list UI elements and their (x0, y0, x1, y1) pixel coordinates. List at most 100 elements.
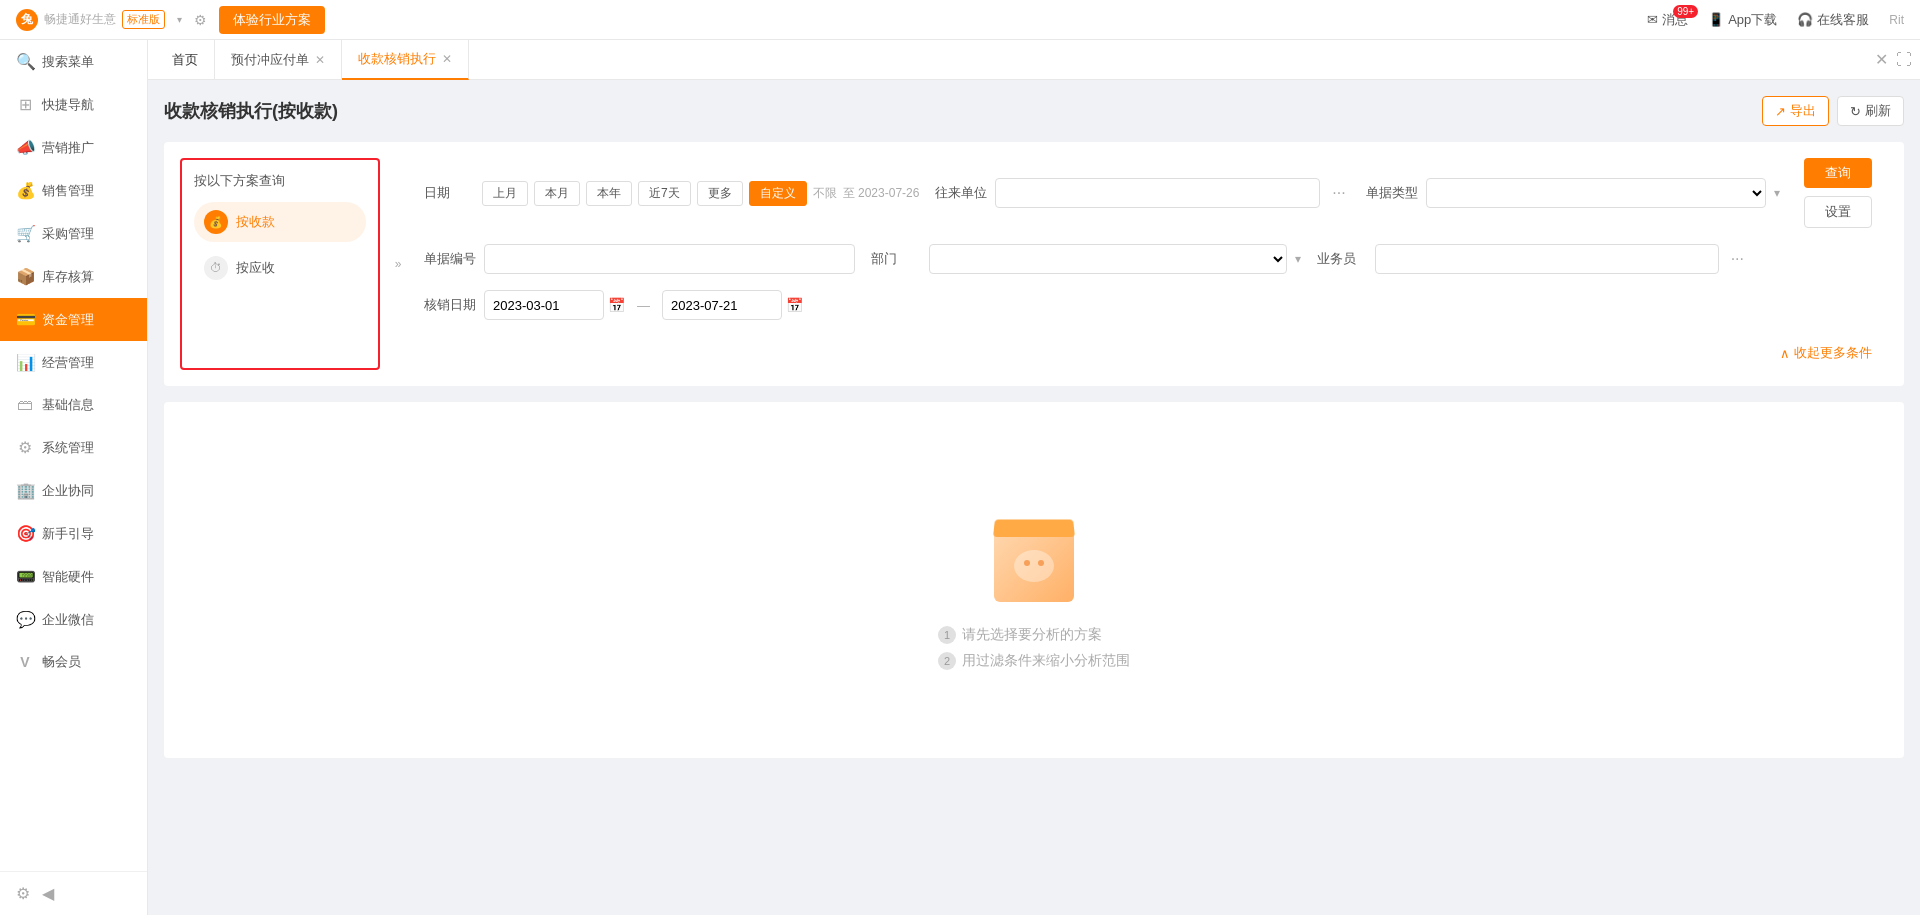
doc-type-field: 单据类型 ▾ (1366, 178, 1780, 208)
collapse-up-icon: ∧ (1780, 346, 1790, 361)
sidebar-settings-icon[interactable]: ⚙ (16, 884, 30, 903)
date-btn-more[interactable]: 更多 (697, 181, 743, 206)
query-button[interactable]: 查询 (1804, 158, 1872, 188)
doc-type-dropdown-icon[interactable]: ▾ (1774, 186, 1780, 200)
date-no-limit: 不限 (813, 185, 837, 202)
doc-type-select[interactable] (1426, 178, 1766, 208)
sidebar-item-label: 营销推广 (42, 139, 94, 157)
content-area: 首页 预付冲应付单 ✕ 收款核销执行 ✕ ✕ ⛶ 收款核销执行(按收款) (148, 40, 1920, 915)
tab-receivable[interactable]: 收款核销执行 ✕ (342, 40, 469, 80)
sidebar: 🔍 搜索菜单 ⊞ 快捷导航 📣 营销推广 💰 销售管理 🛒 采购管理 📦 库存核… (0, 40, 148, 915)
dept-dropdown-icon[interactable]: ▾ (1295, 252, 1301, 266)
sidebar-item-purchase[interactable]: 🛒 采购管理 (0, 212, 147, 255)
collapse-conditions-button[interactable]: ∧ 收起更多条件 (424, 336, 1872, 370)
step-2-num: 2 (938, 652, 956, 670)
industry-button[interactable]: 体验行业方案 (219, 6, 325, 34)
sidebar-bottom: ⚙ ◀ (0, 871, 147, 915)
date-btn-this-month[interactable]: 本月 (534, 181, 580, 206)
guide-icon: 🎯 (16, 524, 34, 543)
doc-no-input[interactable] (484, 244, 855, 274)
app-download-button[interactable]: 📱 App下载 (1708, 11, 1777, 29)
date-btn-7days[interactable]: 近7天 (638, 181, 691, 206)
verify-date-end-input[interactable] (662, 290, 782, 320)
date-btn-last-month[interactable]: 上月 (482, 181, 528, 206)
brand-area: 兔 畅捷通好生意 标准版 (16, 9, 165, 31)
sidebar-item-enterprise[interactable]: 🏢 企业协同 (0, 469, 147, 512)
date-btn-custom[interactable]: 自定义 (749, 181, 807, 206)
refresh-button[interactable]: ↻ 刷新 (1837, 96, 1904, 126)
doc-no-label: 单据编号 (424, 250, 476, 268)
sidebar-item-operations[interactable]: 📊 经营管理 (0, 341, 147, 384)
query-option-label: 按收款 (236, 213, 275, 231)
counterpart-more-icon[interactable]: ··· (1328, 184, 1349, 202)
staff-input[interactable] (1375, 244, 1718, 274)
query-scheme-title: 按以下方案查询 (194, 172, 366, 190)
brand-name: 畅捷通好生意 (44, 11, 116, 28)
sidebar-item-label: 智能硬件 (42, 568, 94, 586)
settings-icon[interactable]: ⚙ (194, 12, 207, 28)
sidebar-item-member[interactable]: V 畅会员 (0, 641, 147, 683)
empty-state: 1 请先选择要分析的方案 2 用过滤条件来缩小分析范围 (164, 402, 1904, 758)
tab-fullscreen-icon[interactable]: ⛶ (1896, 51, 1912, 69)
staff-more-icon[interactable]: ··· (1727, 250, 1748, 268)
sidebar-item-system[interactable]: ⚙ 系统管理 (0, 426, 147, 469)
sidebar-item-label: 畅会员 (42, 653, 81, 671)
doc-type-label: 单据类型 (1366, 184, 1418, 202)
tab-prepay-close[interactable]: ✕ (315, 53, 325, 67)
counterpart-field: 往来单位 ··· (935, 178, 1349, 208)
top-bar: 兔 畅捷通好生意 标准版 ▾ ⚙ 体验行业方案 ✉ 消息 99+ 📱 App下载… (0, 0, 1920, 40)
finance-icon: 💳 (16, 310, 34, 329)
top-bar-right: ✉ 消息 99+ 📱 App下载 🎧 在线客服 Rit (1647, 11, 1904, 29)
tab-receivable-close[interactable]: ✕ (442, 52, 452, 66)
sidebar-item-hardware[interactable]: 📟 智能硬件 (0, 555, 147, 598)
hardware-icon: 📟 (16, 567, 34, 586)
main-layout: 🔍 搜索菜单 ⊞ 快捷导航 📣 营销推广 💰 销售管理 🛒 采购管理 📦 库存核… (0, 40, 1920, 915)
app-icon: 📱 (1708, 12, 1724, 27)
sidebar-item-marketing[interactable]: 📣 营销推广 (0, 126, 147, 169)
verify-date-label: 核销日期 (424, 296, 476, 314)
tab-close-all-icon[interactable]: ✕ (1875, 50, 1888, 69)
query-option-by-receivable[interactable]: ⏱ 按应收 (194, 248, 366, 288)
setting-button[interactable]: 设置 (1804, 196, 1872, 228)
sidebar-item-basicinfo[interactable]: 🗃 基础信息 (0, 384, 147, 426)
doc-no-field: 单据编号 (424, 244, 855, 274)
sidebar-item-guide[interactable]: 🎯 新手引导 (0, 512, 147, 555)
sidebar-item-quicknav[interactable]: ⊞ 快捷导航 (0, 83, 147, 126)
message-badge: 99+ (1673, 5, 1698, 18)
verify-date-end-calendar-icon[interactable]: 📅 (786, 297, 803, 313)
tab-prepay[interactable]: 预付冲应付单 ✕ (215, 40, 342, 80)
brand-dropdown-icon[interactable]: ▾ (177, 14, 182, 25)
verify-date-end-group: 📅 (662, 290, 803, 320)
collapse-left-button[interactable]: » (388, 158, 408, 370)
tab-home-label: 首页 (172, 51, 198, 69)
sidebar-item-finance[interactable]: 💳 资金管理 (0, 298, 147, 341)
step-2-text: 用过滤条件来缩小分析范围 (962, 652, 1130, 670)
empty-step-1: 1 请先选择要分析的方案 (938, 626, 1130, 644)
sidebar-item-sales[interactable]: 💰 销售管理 (0, 169, 147, 212)
sidebar-item-search[interactable]: 🔍 搜索菜单 (0, 40, 147, 83)
counterpart-input[interactable] (995, 178, 1320, 208)
tab-home[interactable]: 首页 (156, 40, 215, 80)
verify-date-start-calendar-icon[interactable]: 📅 (608, 297, 625, 313)
verify-date-start-input[interactable] (484, 290, 604, 320)
sidebar-item-wechat[interactable]: 💬 企业微信 (0, 598, 147, 641)
query-option-by-receipt[interactable]: 💰 按收款 (194, 202, 366, 242)
export-button[interactable]: ↗ 导出 (1762, 96, 1829, 126)
sidebar-item-label: 系统管理 (42, 439, 94, 457)
basicinfo-icon: 🗃 (16, 396, 34, 414)
marketing-icon: 📣 (16, 138, 34, 157)
sidebar-item-label: 基础信息 (42, 396, 94, 414)
step-1-num: 1 (938, 626, 956, 644)
message-button[interactable]: ✉ 消息 99+ (1647, 11, 1688, 29)
user-name[interactable]: Rit (1889, 13, 1904, 27)
query-row-2: 单据编号 部门 ▾ 业务员 ··· (424, 244, 1872, 274)
query-form: 日期 上月 本月 本年 近7天 更多 自定义 不限 至 2023-07-26 (408, 158, 1888, 370)
date-btn-this-year[interactable]: 本年 (586, 181, 632, 206)
sidebar-item-inventory[interactable]: 📦 库存核算 (0, 255, 147, 298)
dept-field: 部门 ▾ (871, 244, 1302, 274)
purchase-icon: 🛒 (16, 224, 34, 243)
sidebar-collapse-icon[interactable]: ◀ (42, 884, 54, 903)
date-to-label: 至 2023-07-26 (843, 185, 920, 202)
service-button[interactable]: 🎧 在线客服 (1797, 11, 1869, 29)
dept-select[interactable] (929, 244, 1288, 274)
